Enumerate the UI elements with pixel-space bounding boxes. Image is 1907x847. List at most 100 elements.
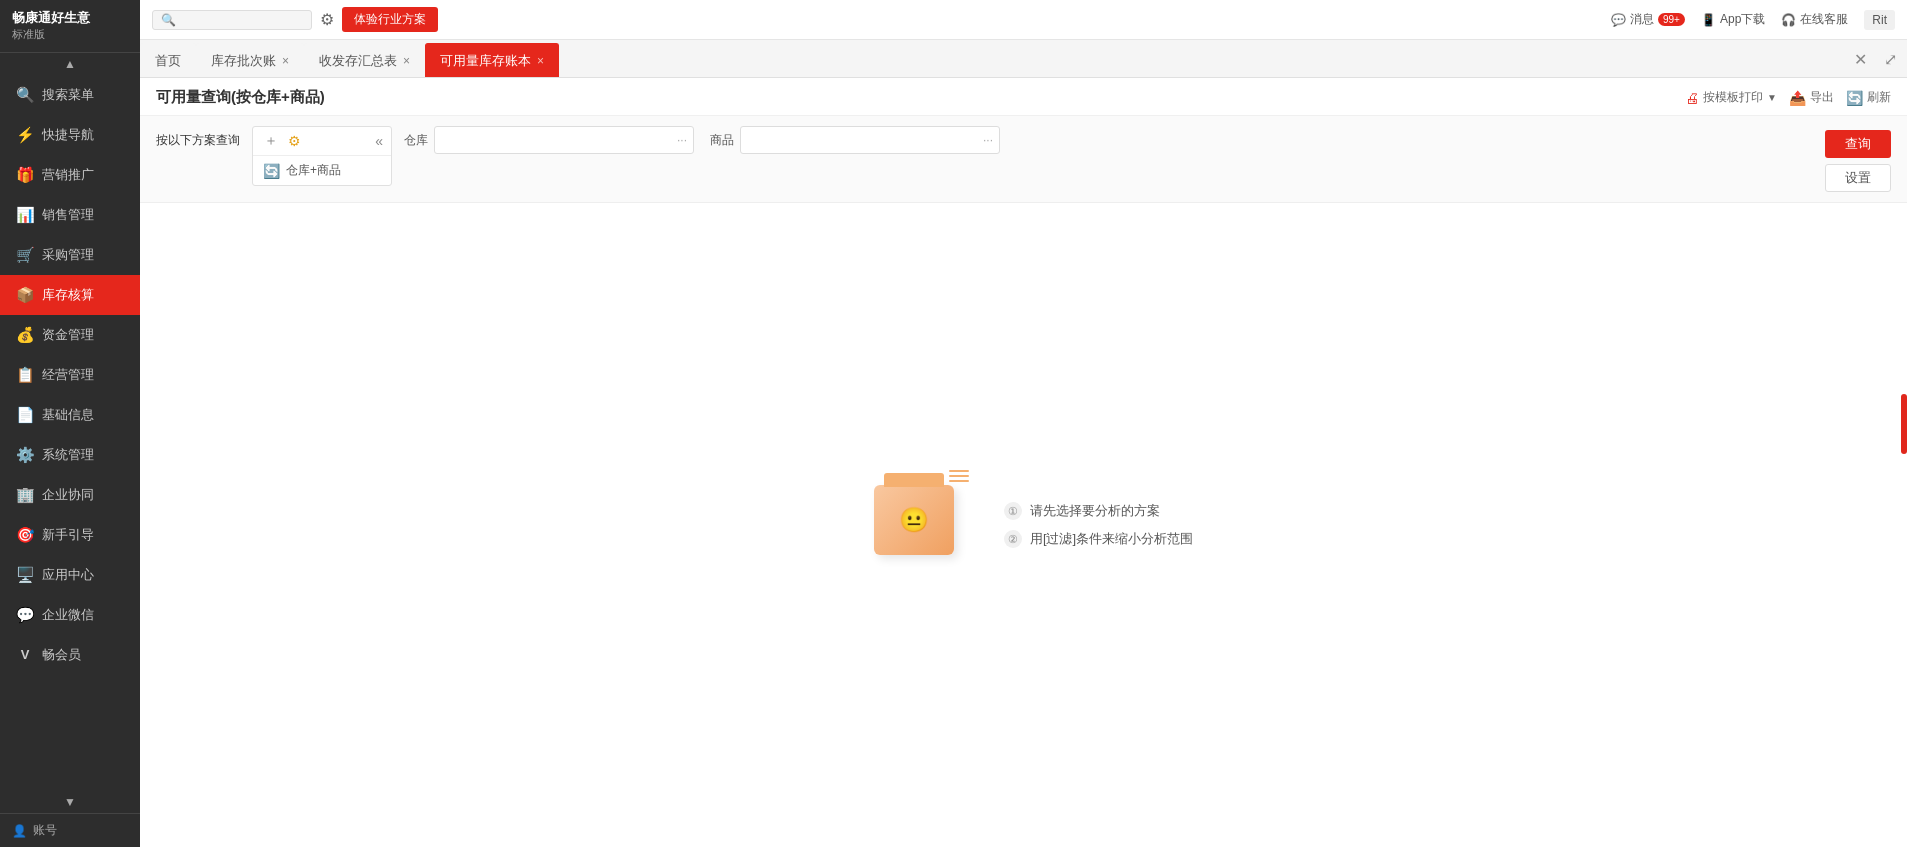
message-btn[interactable]: 💬 消息 99+ [1611,11,1685,28]
sidebar-item-operation[interactable]: 📋 经营管理 [0,355,140,395]
topbar-search-input[interactable] [180,13,300,27]
scheme-item-icon: 🔄 [263,163,280,179]
tab-available-ledger[interactable]: 可用量库存账本 × [425,43,559,77]
warehouse-label: 仓库 [404,132,428,149]
system-icon: ⚙️ [16,446,34,464]
export-btn[interactable]: 📤 导出 [1789,89,1834,106]
goods-label: 商品 [710,132,734,149]
right-scrollbar[interactable] [1901,394,1907,454]
goods-input[interactable] [741,133,977,147]
tab-available-ledger-label: 可用量库存账本 [440,52,531,70]
sidebar-item-label: 新手引导 [42,526,94,544]
refresh-icon: 🔄 [1846,90,1863,106]
scheme-item-label: 仓库+商品 [286,162,341,179]
sidebar-item-search[interactable]: 🔍 搜索菜单 [0,75,140,115]
sidebar-footer[interactable]: 👤 账号 [0,813,140,847]
tab-receipt-summary-close[interactable]: × [403,54,410,68]
user-btn[interactable]: Rit [1864,10,1895,30]
filter-scheme-panel: ＋ ⚙ « 🔄 仓库+商品 [252,126,392,186]
wechat-icon: 💬 [16,606,34,624]
sidebar-item-member[interactable]: V 畅会员 [0,635,140,675]
tab-available-ledger-close[interactable]: × [537,54,544,68]
sidebar-item-wechat[interactable]: 💬 企业微信 [0,595,140,635]
empty-hints: ① 请先选择要分析的方案 ② 用[过滤]条件来缩小分析范围 [1004,502,1193,548]
hint-number-2: ② [1004,530,1022,548]
page-header-actions: 🖨 按模板打印 ▼ 📤 导出 🔄 刷新 [1685,89,1891,106]
goods-input-wrap[interactable]: ··· [740,126,1000,154]
goods-more-btn[interactable]: ··· [977,133,999,147]
page-content: 可用量查询(按仓库+商品) 🖨 按模板打印 ▼ 📤 导出 🔄 刷新 按以下 [140,78,1907,847]
appcenter-icon: 🖥️ [16,566,34,584]
sidebar-item-inventory[interactable]: 📦 库存核算 [0,275,140,315]
filter-label: 按以下方案查询 [156,126,240,149]
sidebar-header: 畅康通好生意 标准版 [0,0,140,53]
warehouse-input[interactable] [435,133,671,147]
sidebar-scroll-up[interactable]: ▲ [0,53,140,75]
scheme-add-btn[interactable]: ＋ [261,131,281,151]
sidebar-item-system[interactable]: ⚙️ 系统管理 [0,435,140,475]
sidebar-item-newuser[interactable]: 🎯 新手引导 [0,515,140,555]
sidebar: 畅康通好生意 标准版 ▲ 🔍 搜索菜单 ⚡ 快捷导航 🎁 营销推广 📊 销售管理… [0,0,140,847]
sales-icon: 📊 [16,206,34,224]
sidebar-item-label: 系统管理 [42,446,94,464]
sidebar-item-label: 库存核算 [42,286,94,304]
sidebar-item-purchase[interactable]: 🛒 采购管理 [0,235,140,275]
sidebar-scroll-down[interactable]: ▼ [0,791,140,813]
message-label: 消息 [1630,11,1654,28]
brand-tag: 标准版 [12,27,128,42]
hint-number-1: ① [1004,502,1022,520]
print-label: 按模板打印 [1703,89,1763,106]
tab-home[interactable]: 首页 [140,43,196,77]
print-btn[interactable]: 🖨 按模板打印 ▼ [1685,89,1777,106]
sidebar-item-sales[interactable]: 📊 销售管理 [0,195,140,235]
sidebar-item-label: 基础信息 [42,406,94,424]
query-button[interactable]: 查询 [1825,130,1891,158]
hint-text-1: 请先选择要分析的方案 [1030,502,1160,520]
tab-batch-account-label: 库存批次账 [211,52,276,70]
app-download-btn[interactable]: 📱 App下载 [1701,11,1765,28]
sidebar-item-finance[interactable]: 💰 资金管理 [0,315,140,355]
sidebar-item-enterprise[interactable]: 🏢 企业协同 [0,475,140,515]
filter-fields: 仓库 ··· 商品 ··· [404,126,1813,154]
empty-state: 😐 ① 请先选择要分析的方案 ② 用[过滤]条件来缩小分析范围 [140,203,1907,847]
tab-bar: 首页 库存批次账 × 收发存汇总表 × 可用量库存账本 × ✕ ⤢ [140,40,1907,78]
brand-name: 畅康通好生意 [12,10,128,27]
empty-box: 😐 [874,485,954,555]
main-container: 🔍 ⚙ 体验行业方案 💬 消息 99+ 📱 App下载 🎧 在线客服 Rit [140,0,1907,847]
headset-icon: 🎧 [1781,13,1796,27]
empty-hint-1: ① 请先选择要分析的方案 [1004,502,1193,520]
sidebar-item-appcenter[interactable]: 🖥️ 应用中心 [0,555,140,595]
scheme-settings-btn[interactable]: ⚙ [285,132,304,150]
settings-button[interactable]: 设置 [1825,164,1891,192]
search-icon: 🔍 [161,13,176,27]
page-title: 可用量查询(按仓库+商品) [156,88,325,107]
sidebar-item-quick-nav[interactable]: ⚡ 快捷导航 [0,115,140,155]
sidebar-item-label: 经营管理 [42,366,94,384]
filter-scheme-item[interactable]: 🔄 仓库+商品 [253,156,391,185]
tab-bar-close-btn[interactable]: ✕ [1854,49,1867,68]
warehouse-more-btn[interactable]: ··· [671,133,693,147]
operation-icon: 📋 [16,366,34,384]
tab-batch-account-close[interactable]: × [282,54,289,68]
message-badge: 99+ [1658,13,1685,26]
member-icon: V [16,646,34,664]
search-icon: 🔍 [16,86,34,104]
tab-receipt-summary[interactable]: 收发存汇总表 × [304,43,425,77]
tab-bar-expand-btn[interactable]: ⤢ [1884,49,1897,68]
sidebar-item-label: 快捷导航 [42,126,94,144]
industry-btn[interactable]: 体验行业方案 [342,7,438,32]
sidebar-item-basic[interactable]: 📄 基础信息 [0,395,140,435]
inventory-icon: 📦 [16,286,34,304]
gear-icon[interactable]: ⚙ [320,10,334,29]
print-dropdown-icon[interactable]: ▼ [1767,92,1777,103]
sidebar-item-marketing[interactable]: 🎁 营销推广 [0,155,140,195]
sidebar-item-label: 企业协同 [42,486,94,504]
filter-area: 按以下方案查询 ＋ ⚙ « 🔄 仓库+商品 仓库 [140,116,1907,203]
topbar-search-box[interactable]: 🔍 [152,10,312,30]
tab-home-label: 首页 [155,52,181,70]
scheme-collapse-btn[interactable]: « [375,133,383,149]
tab-batch-account[interactable]: 库存批次账 × [196,43,304,77]
refresh-btn[interactable]: 🔄 刷新 [1846,89,1891,106]
warehouse-input-wrap[interactable]: ··· [434,126,694,154]
online-service-btn[interactable]: 🎧 在线客服 [1781,11,1848,28]
